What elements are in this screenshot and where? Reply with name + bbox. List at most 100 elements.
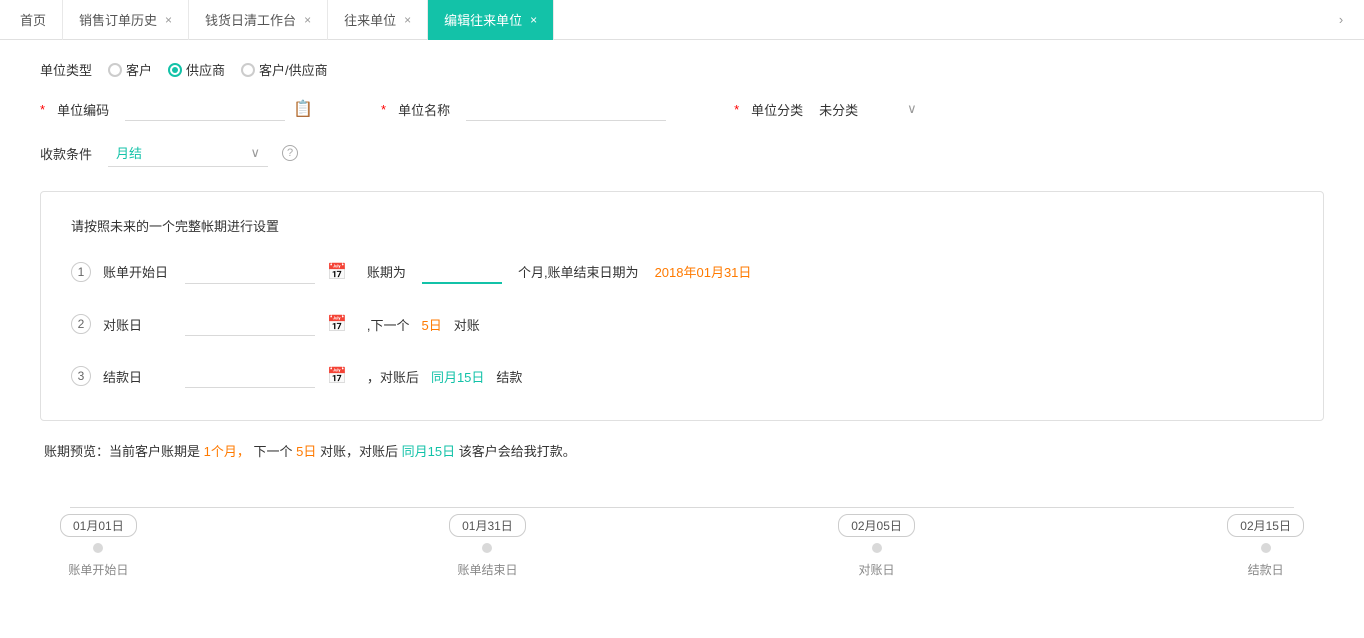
timeline-dot-2 — [482, 543, 492, 553]
period-prefix-3: ，对账后 — [367, 367, 419, 386]
timeline-node-3: 02月05日 对账日 — [838, 514, 915, 578]
payment-terms-help-icon[interactable]: ? — [282, 145, 298, 161]
payment-terms-row: 收款条件 月结 ∨ ? — [40, 139, 1324, 167]
timeline-dot-1 — [93, 543, 103, 553]
timeline-label-3: 对账日 — [859, 561, 895, 578]
tab-partner-label: 往来单位 — [344, 10, 396, 29]
period-num-1: 1 — [71, 262, 91, 282]
period-field-label-3: 结款日 — [103, 367, 173, 386]
unit-code-label: 单位编码 — [57, 100, 109, 119]
timeline-node-4: 02月15日 结款日 — [1227, 514, 1304, 578]
radio-both[interactable]: 客户/供应商 — [241, 60, 328, 79]
unit-category-value: 未分类 — [819, 100, 899, 119]
timeline-pill-2: 01月31日 — [449, 514, 526, 537]
period-row-3: 3 结款日 2018-02-15 📅 ，对账后 同月15日 结款 — [71, 364, 1293, 388]
period-day-highlight-3: 同月15日 — [431, 367, 484, 386]
unit-code-input[interactable]: 000001 — [125, 97, 285, 121]
timeline-dot-4 — [1261, 543, 1271, 553]
timeline-pill-4: 02月15日 — [1227, 514, 1304, 537]
preview-section: 账期预览：当前客户账期是 1个月， 下一个 5日 对账，对账后 同月15日 该客… — [40, 441, 1324, 460]
period-prefix-2: ,下一个 — [367, 315, 410, 334]
tab-more-button[interactable]: › — [1326, 12, 1356, 27]
radio-customer[interactable]: 客户 — [108, 60, 152, 79]
unit-category-dropdown-icon[interactable]: ∨ — [907, 101, 917, 117]
timeline-node-2: 01月31日 账单结束日 — [449, 514, 526, 578]
tab-sales-history[interactable]: 销售订单历史 × — [63, 0, 189, 40]
period-calendar-icon-3[interactable]: 📅 — [327, 366, 347, 386]
timeline-node-1: 01月01日 账单开始日 — [60, 514, 137, 578]
timeline-pill-3: 02月05日 — [838, 514, 915, 537]
timeline-label-4: 结款日 — [1248, 561, 1284, 578]
tab-edit-partner-label: 编辑往来单位 — [444, 10, 522, 29]
tab-cash-ledger-close[interactable]: × — [304, 13, 311, 27]
preview-highlight-3: 同月15日 — [402, 444, 455, 459]
tab-edit-partner[interactable]: 编辑往来单位 × — [428, 0, 554, 40]
period-row-1: 1 账单开始日 2018-01-01 📅 账期为 1 个月,账单结束日期为 20… — [71, 259, 1293, 284]
tab-partner-close[interactable]: × — [404, 13, 411, 27]
period-end-date-highlight: 2018年01月31日 — [655, 262, 752, 281]
unit-name-label: 单位名称 — [398, 100, 450, 119]
tab-home[interactable]: 首页 — [8, 0, 63, 40]
payment-terms-label: 收款条件 — [40, 144, 92, 163]
tab-bar: 首页 销售订单历史 × 钱货日清工作台 × 往来单位 × 编辑往来单位 × › — [0, 0, 1364, 40]
tab-home-label: 首页 — [20, 10, 46, 29]
unit-info-row: * 单位编码 000001 📋 * 单位名称 河南供应商22 * 单位分类 未分… — [40, 97, 1324, 121]
radio-customer-label: 客户 — [126, 60, 152, 79]
period-date-input-1[interactable]: 2018-01-01 — [185, 260, 315, 284]
period-field-label-1: 账单开始日 — [103, 262, 173, 281]
unit-code-copy-icon[interactable]: 📋 — [293, 99, 313, 119]
unit-code-required: * — [40, 102, 45, 117]
radio-supplier-circle — [168, 63, 182, 77]
preview-highlight-1: 1个月， — [204, 444, 250, 459]
tab-cash-ledger[interactable]: 钱货日清工作台 × — [189, 0, 328, 40]
period-settings-box: 请按照未来的一个完整帐期进行设置 1 账单开始日 2018-01-01 📅 账期… — [40, 191, 1324, 421]
timeline-pill-1: 01月01日 — [60, 514, 137, 537]
tab-cash-ledger-label: 钱货日清工作台 — [205, 10, 296, 29]
radio-supplier[interactable]: 供应商 — [168, 60, 225, 79]
preview-highlight-2: 5日 — [296, 444, 316, 459]
timeline-line — [70, 507, 1294, 508]
radio-group-unit-type: 客户 供应商 客户/供应商 — [108, 60, 328, 79]
radio-supplier-label: 供应商 — [186, 60, 225, 79]
timeline-label-1: 账单开始日 — [68, 561, 128, 578]
payment-terms-dropdown-icon: ∨ — [251, 145, 261, 161]
radio-both-circle — [241, 63, 255, 77]
preview-text-1: 下一个 — [254, 444, 293, 459]
period-row-2: 2 对账日 2018-02-05 📅 ,下一个 5日 对账 — [71, 312, 1293, 336]
period-suffix-text-2: 对账 — [454, 315, 480, 334]
period-date-input-3[interactable]: 2018-02-15 — [185, 364, 315, 388]
payment-terms-select[interactable]: 月结 ∨ — [108, 139, 268, 167]
unit-type-label: 单位类型 — [40, 60, 92, 79]
main-content: 单位类型 客户 供应商 客户/供应商 * 单位编码 000001 📋 * 单位名… — [0, 40, 1364, 638]
radio-both-label: 客户/供应商 — [259, 60, 328, 79]
period-suffix-1: 账期为 — [367, 262, 406, 281]
period-months-input[interactable]: 1 — [422, 259, 502, 284]
period-calendar-icon-2[interactable]: 📅 — [327, 314, 347, 334]
preview-suffix: 该客户会给我打款。 — [459, 444, 576, 459]
unit-category-required: * — [734, 102, 739, 117]
period-box-title: 请按照未来的一个完整帐期进行设置 — [71, 216, 1293, 235]
period-date-input-2[interactable]: 2018-02-05 — [185, 312, 315, 336]
timeline-dot-3 — [872, 543, 882, 553]
unit-category-label: 单位分类 — [751, 100, 803, 119]
period-calendar-icon-1[interactable]: 📅 — [327, 262, 347, 282]
period-suffix-text-3: 结款 — [496, 367, 522, 386]
payment-terms-value: 月结 — [116, 143, 250, 162]
unit-name-required: * — [381, 102, 386, 117]
tab-sales-history-close[interactable]: × — [165, 13, 172, 27]
period-field-label-2: 对账日 — [103, 315, 173, 334]
unit-category-group: 未分类 ∨ — [819, 100, 917, 119]
period-num-3: 3 — [71, 366, 91, 386]
tab-edit-partner-close[interactable]: × — [530, 13, 537, 27]
unit-name-input[interactable]: 河南供应商22 — [466, 97, 666, 121]
unit-type-row: 单位类型 客户 供应商 客户/供应商 — [40, 60, 1324, 79]
unit-code-group: 000001 📋 — [125, 97, 313, 121]
period-months-unit: 个月,账单结束日期为 — [518, 262, 639, 281]
unit-name-group: 河南供应商22 — [466, 97, 666, 121]
tab-partner[interactable]: 往来单位 × — [328, 0, 428, 40]
preview-text-2: 对账，对账后 — [320, 444, 398, 459]
timeline-label-2: 账单结束日 — [457, 561, 517, 578]
period-day-highlight-2: 5日 — [422, 315, 442, 334]
tab-sales-history-label: 销售订单历史 — [79, 10, 157, 29]
preview-prefix: 账期预览：当前客户账期是 — [44, 444, 200, 459]
